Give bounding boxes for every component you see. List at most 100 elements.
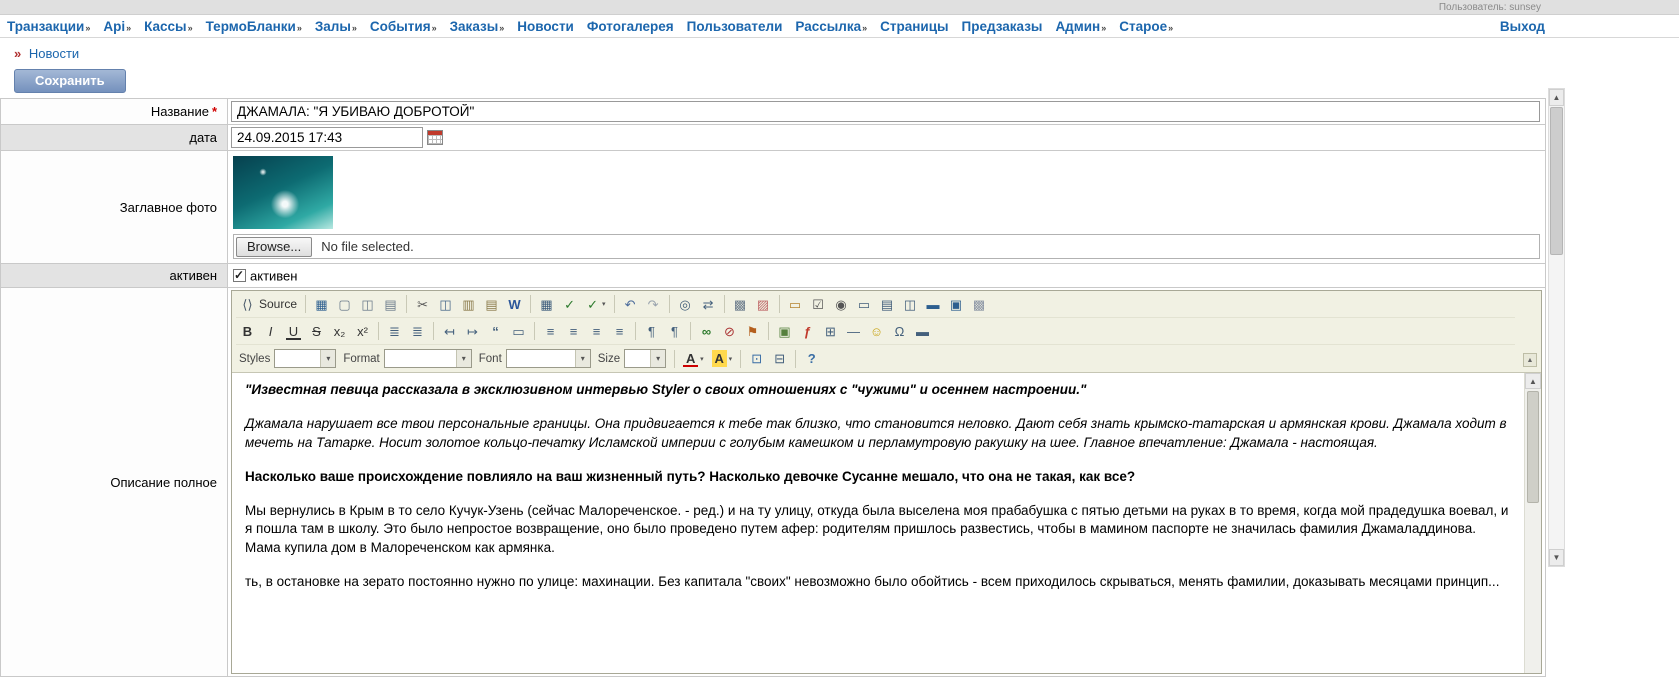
- file-input[interactable]: Browse... No file selected.: [233, 234, 1540, 259]
- bg-color-button[interactable]: A ▾: [709, 348, 736, 370]
- nav-item-admin[interactable]: Админ»: [1055, 19, 1106, 34]
- spellcheck-button[interactable]: ✓: [559, 293, 580, 315]
- chevron-down-icon[interactable]: ▾: [650, 350, 666, 367]
- active-checkbox[interactable]: [233, 268, 246, 282]
- maximize-button[interactable]: ⊡: [746, 348, 767, 370]
- paste-button[interactable]: ▥: [458, 293, 479, 315]
- editor-content-body[interactable]: "Известная певица рассказала в эксклюзив…: [232, 373, 1524, 673]
- format-combo[interactable]: Format ▾: [343, 349, 472, 368]
- anchor-button[interactable]: ⚑: [742, 320, 763, 342]
- numbered-list-button[interactable]: ≣: [384, 320, 405, 342]
- flash-button[interactable]: ƒ: [797, 320, 818, 342]
- select-all-button[interactable]: ▩: [730, 293, 751, 315]
- format-combo-box[interactable]: ▾: [383, 349, 472, 368]
- image-button-field-button[interactable]: ▣: [946, 293, 967, 315]
- chevron-down-icon[interactable]: ▾: [455, 350, 471, 367]
- nav-item-kassy[interactable]: Кассы»: [144, 19, 192, 34]
- paste-text-button[interactable]: ▤: [481, 293, 502, 315]
- font-combo-box[interactable]: ▾: [505, 349, 591, 368]
- superscript-button[interactable]: x²: [352, 320, 373, 342]
- page-scroll-down-button[interactable]: ▼: [1549, 549, 1564, 566]
- text-field-button[interactable]: ▭: [854, 293, 875, 315]
- nav-item-predzakazy[interactable]: Предзаказы: [962, 19, 1043, 34]
- hidden-field-button[interactable]: ▩: [969, 293, 990, 315]
- print-button[interactable]: ▦: [536, 293, 557, 315]
- bold-button[interactable]: B: [237, 320, 258, 342]
- italic-button[interactable]: I: [260, 320, 281, 342]
- editor-scroll-up-button[interactable]: ▲: [1525, 373, 1541, 389]
- page-break-button[interactable]: ▬: [912, 320, 933, 342]
- preview-button[interactable]: ◫: [357, 293, 378, 315]
- strike-button[interactable]: S: [306, 320, 327, 342]
- align-left-button[interactable]: ≡: [540, 320, 561, 342]
- indent-button[interactable]: ↦: [462, 320, 483, 342]
- replace-button[interactable]: ⇄: [698, 293, 719, 315]
- styles-combo-box[interactable]: ▾: [274, 349, 337, 368]
- nav-item-termoblanki[interactable]: ТермоБланки»: [206, 19, 302, 34]
- redo-button[interactable]: ↷: [643, 293, 664, 315]
- calendar-icon[interactable]: [427, 130, 443, 145]
- nav-item-zakazy[interactable]: Заказы»: [450, 19, 505, 34]
- nav-item-api[interactable]: Api»: [103, 19, 131, 34]
- size-combo[interactable]: Size ▾: [598, 349, 667, 368]
- textarea-field-button[interactable]: ▤: [877, 293, 898, 315]
- nav-item-staroe[interactable]: Старое»: [1119, 19, 1173, 34]
- page-scrollbar[interactable]: ▲ ▼: [1548, 88, 1565, 567]
- subscript-button[interactable]: x₂: [329, 320, 350, 342]
- save-button[interactable]: Сохранить: [14, 69, 126, 93]
- save-doc-button[interactable]: ▦: [311, 293, 332, 315]
- text-color-button[interactable]: A ▾: [680, 348, 707, 370]
- checkbox-field-button[interactable]: ☑: [808, 293, 829, 315]
- nav-item-sobytiya[interactable]: События»: [370, 19, 437, 34]
- smiley-button[interactable]: ☺: [866, 320, 887, 342]
- special-char-button[interactable]: Ω: [889, 320, 910, 342]
- breadcrumb-link-news[interactable]: Новости: [29, 46, 79, 61]
- templates-button[interactable]: ▤: [380, 293, 401, 315]
- insert-image-button[interactable]: ▣: [774, 320, 795, 342]
- size-combo-box[interactable]: ▾: [624, 349, 667, 368]
- about-button[interactable]: ?: [801, 348, 822, 370]
- bidi-ltr-button[interactable]: ¶: [641, 320, 662, 342]
- undo-button[interactable]: ↶: [620, 293, 641, 315]
- page-scrollbar-thumb[interactable]: [1550, 107, 1563, 255]
- align-justify-button[interactable]: ≡: [609, 320, 630, 342]
- bidi-rtl-button[interactable]: ¶: [664, 320, 685, 342]
- editor-scrollbar-thumb[interactable]: [1527, 391, 1539, 503]
- find-button[interactable]: ◎: [675, 293, 696, 315]
- nav-item-polzovateli[interactable]: Пользователи: [687, 19, 783, 34]
- link-button[interactable]: ∞: [696, 320, 717, 342]
- horizontal-rule-button[interactable]: ―: [843, 320, 864, 342]
- unlink-button[interactable]: ⊘: [719, 320, 740, 342]
- table-button[interactable]: ⊞: [820, 320, 841, 342]
- align-right-button[interactable]: ≡: [586, 320, 607, 342]
- font-combo[interactable]: Font ▾: [479, 349, 591, 368]
- outdent-button[interactable]: ↤: [439, 320, 460, 342]
- title-input[interactable]: [231, 101, 1540, 122]
- toolbar-collapse-button[interactable]: ▲: [1523, 353, 1537, 367]
- form-button[interactable]: ▭: [785, 293, 806, 315]
- source-button[interactable]: ⟨⟩ Source: [237, 293, 300, 315]
- blockquote-button[interactable]: “: [485, 320, 506, 342]
- styles-combo[interactable]: Styles ▾: [239, 349, 337, 368]
- align-center-button[interactable]: ≡: [563, 320, 584, 342]
- date-input[interactable]: [231, 127, 423, 148]
- browse-button[interactable]: Browse...: [236, 236, 313, 257]
- bulleted-list-button[interactable]: ≣: [407, 320, 428, 342]
- scayt-button[interactable]: ✓ ▾: [582, 293, 609, 315]
- copy-button[interactable]: ◫: [435, 293, 456, 315]
- nav-item-transactions[interactable]: Транзакции»: [7, 19, 90, 34]
- chevron-down-icon[interactable]: ▾: [574, 350, 590, 367]
- chevron-down-icon[interactable]: ▾: [320, 350, 336, 367]
- nav-item-stranicy[interactable]: Страницы: [880, 19, 948, 34]
- nav-item-novosti[interactable]: Новости: [517, 19, 574, 34]
- remove-format-button[interactable]: ▨: [753, 293, 774, 315]
- underline-button[interactable]: U: [283, 320, 304, 342]
- page-scrollbar-track[interactable]: [1549, 106, 1564, 549]
- button-field-button[interactable]: ▬: [923, 293, 944, 315]
- paste-word-button[interactable]: W: [504, 293, 525, 315]
- page-scroll-up-button[interactable]: ▲: [1549, 89, 1564, 106]
- radio-field-button[interactable]: ◉: [831, 293, 852, 315]
- nav-item-rassylka[interactable]: Рассылка»: [795, 19, 867, 34]
- nav-item-fotogalereya[interactable]: Фотогалерея: [587, 19, 674, 34]
- select-field-button[interactable]: ◫: [900, 293, 921, 315]
